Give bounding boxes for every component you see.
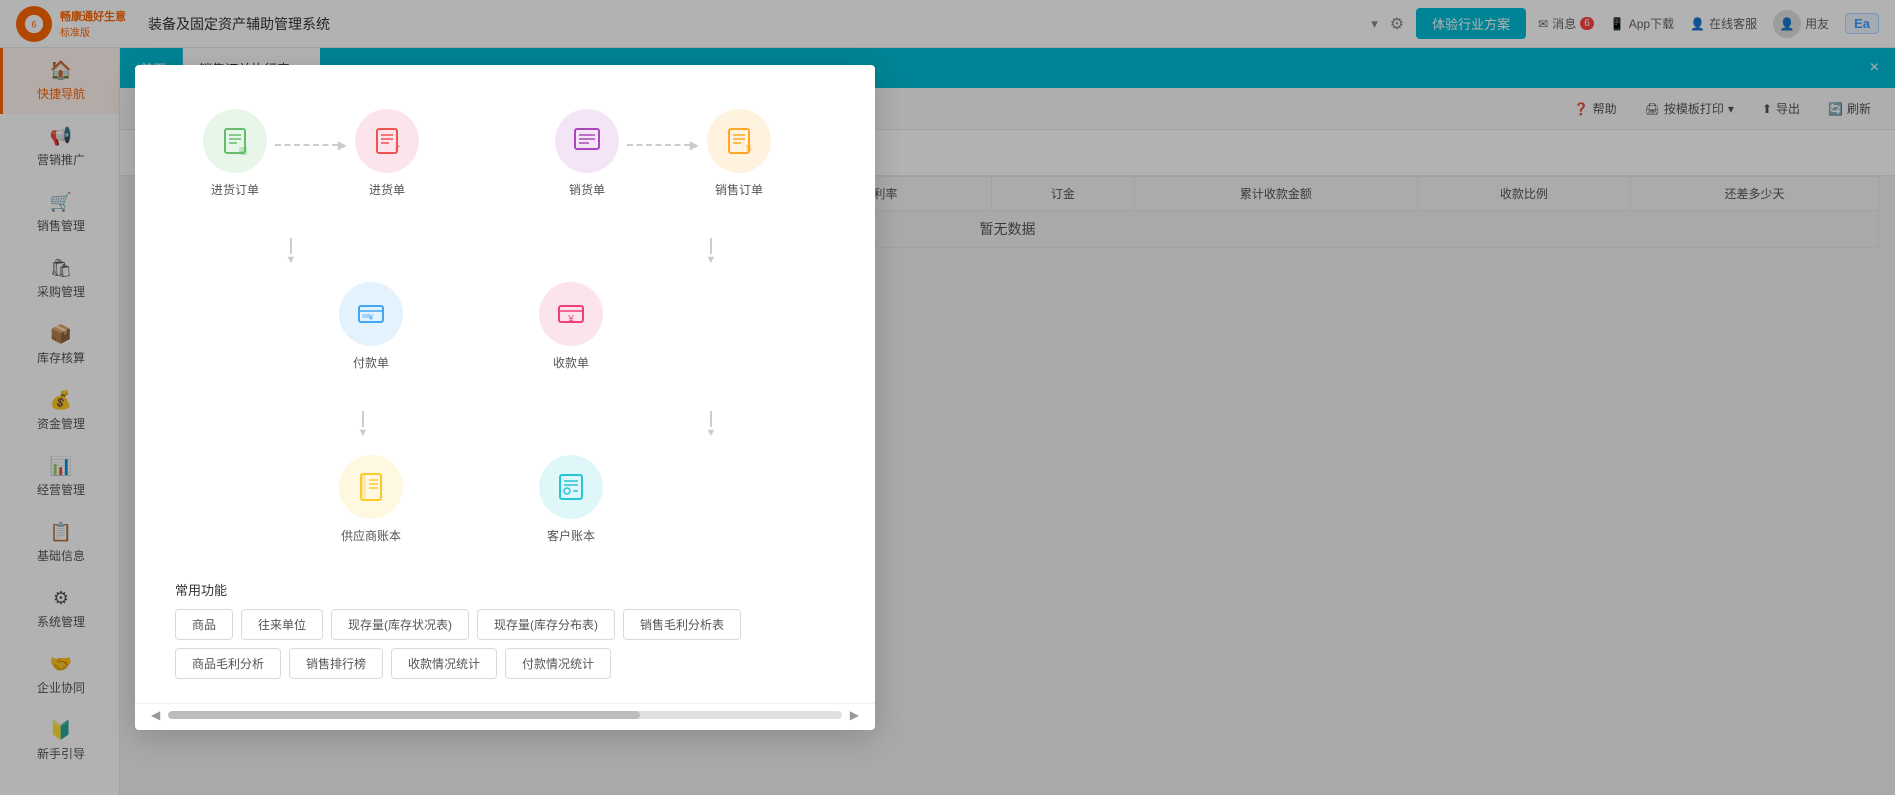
scrollbar-thumb <box>168 711 639 719</box>
func-btn-goods-gross[interactable]: 商品毛利分析 <box>175 648 281 679</box>
arrow-2: ▶ <box>627 138 699 152</box>
func-btn-sales-rank[interactable]: 销售排行榜 <box>289 648 383 679</box>
flow-node-customer-ledger[interactable]: 客户账本 <box>531 443 611 556</box>
sales-label: 销货单 <box>569 181 605 198</box>
func-btn-receipt-stat[interactable]: 收款情况统计 <box>391 648 497 679</box>
vert-conn-receipt: ▼ <box>679 411 743 439</box>
purchase-order-label: 进货订单 <box>211 181 259 198</box>
popup: → 进货订单 ▶ ✓ 进货单 <box>135 65 875 730</box>
popup-content: → 进货订单 ▶ ✓ 进货单 <box>135 65 875 703</box>
vert-connectors: ▼ ▼ <box>175 238 835 266</box>
scroll-left-arrow[interactable]: ◀ <box>151 708 160 722</box>
customer-ledger-circle <box>539 455 603 519</box>
svg-text:$: $ <box>746 143 751 153</box>
flow-row-3: 供应商账本 客户账本 <box>175 443 835 556</box>
func-btn-payment-stat[interactable]: 付款情况统计 <box>505 648 611 679</box>
svg-text:✓: ✓ <box>394 143 402 153</box>
scrollbar-track[interactable] <box>168 711 842 719</box>
receipt-label: 收款单 <box>553 354 589 371</box>
sales-order-label: 销售订单 <box>715 181 763 198</box>
common-functions: 常用功能 商品 往来单位 现存量(库存状况表) 现存量(库存分布表) 销售毛利分… <box>175 580 835 679</box>
flow-row-2: ¥ 付款单 ¥ 收款单 <box>175 270 835 383</box>
flow-node-sales-order[interactable]: $ 销售订单 <box>699 97 779 210</box>
common-title: 常用功能 <box>175 580 835 599</box>
flow-node-payment[interactable]: ¥ 付款单 <box>331 270 411 383</box>
supplier-ledger-label: 供应商账本 <box>341 527 401 544</box>
payment-circle: ¥ <box>339 282 403 346</box>
supplier-ledger-circle <box>339 455 403 519</box>
vert-connectors-2: ▼ ▼ <box>175 411 835 439</box>
vert-conn-sales: ▼ <box>679 238 743 266</box>
customer-ledger-label: 客户账本 <box>547 527 595 544</box>
flow-node-sales[interactable]: 销货单 <box>547 97 627 210</box>
sales-order-circle: $ <box>707 109 771 173</box>
flow-node-supplier-ledger[interactable]: 供应商账本 <box>331 443 411 556</box>
arrow-1: ▶ <box>275 138 347 152</box>
flow-node-purchase[interactable]: ✓ 进货单 <box>347 97 427 210</box>
purchase-order-circle: → <box>203 109 267 173</box>
func-buttons: 商品 往来单位 现存量(库存状况表) 现存量(库存分布表) 销售毛利分析表 商品… <box>175 609 835 679</box>
func-btn-stock-dist[interactable]: 现存量(库存分布表) <box>477 609 615 640</box>
sales-circle <box>555 109 619 173</box>
vert-conn-payment: ▼ <box>331 411 395 439</box>
purchase-label: 进货单 <box>369 181 405 198</box>
svg-text:→: → <box>239 146 247 155</box>
svg-text:¥: ¥ <box>567 314 574 325</box>
payment-label: 付款单 <box>353 354 389 371</box>
func-btn-sales-gross[interactable]: 销售毛利分析表 <box>623 609 741 640</box>
func-btn-partner[interactable]: 往来单位 <box>241 609 323 640</box>
func-btn-stock-status[interactable]: 现存量(库存状况表) <box>331 609 469 640</box>
receipt-circle: ¥ <box>539 282 603 346</box>
func-btn-goods[interactable]: 商品 <box>175 609 233 640</box>
popup-scrollbar: ◀ ▶ <box>135 703 875 730</box>
svg-text:¥: ¥ <box>368 313 374 322</box>
scroll-right-arrow[interactable]: ▶ <box>850 708 859 722</box>
flow-row-1: → 进货订单 ▶ ✓ 进货单 <box>175 97 835 210</box>
vert-conn-purchase: ▼ <box>259 238 323 266</box>
flow-node-receipt[interactable]: ¥ 收款单 <box>531 270 611 383</box>
flow-node-purchase-order[interactable]: → 进货订单 <box>195 97 275 210</box>
purchase-circle: ✓ <box>355 109 419 173</box>
